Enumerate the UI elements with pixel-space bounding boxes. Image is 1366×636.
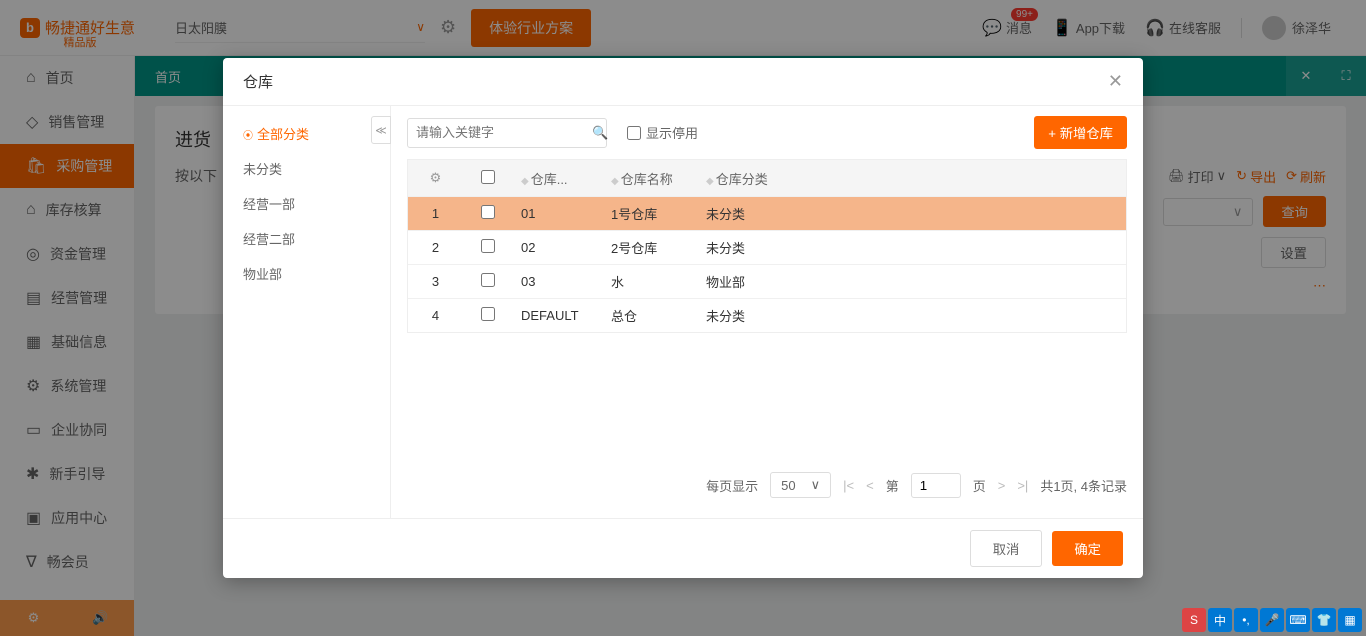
column-code[interactable]: ◆仓库... <box>513 169 603 188</box>
row-checkbox[interactable] <box>481 307 495 321</box>
ime-sogou-icon[interactable]: S <box>1182 608 1206 632</box>
category-panel: ≪ 全部分类 未分类 经营一部 经营二部 物业部 <box>223 106 391 518</box>
chevron-down-icon: ∨ <box>811 477 821 493</box>
first-page-icon[interactable]: |< <box>843 478 854 493</box>
select-all-checkbox[interactable] <box>481 170 495 184</box>
table-header: ⚙ ◆仓库... ◆仓库名称 ◆仓库分类 <box>408 160 1126 196</box>
modal-header: 仓库 ✕ <box>223 58 1143 106</box>
cancel-button[interactable]: 取消 <box>970 530 1043 567</box>
row-checkbox[interactable] <box>481 239 495 253</box>
row-checkbox[interactable] <box>481 205 495 219</box>
ime-punct-icon[interactable]: •, <box>1234 608 1258 632</box>
column-name[interactable]: ◆仓库名称 <box>603 169 698 188</box>
column-category[interactable]: ◆仓库分类 <box>698 169 1126 188</box>
page-input[interactable] <box>911 473 961 498</box>
modal-overlay: 仓库 ✕ ≪ 全部分类 未分类 经营一部 经营二部 物业部 🔍 <box>0 0 1366 636</box>
per-page-select[interactable]: 50∨ <box>770 472 831 498</box>
confirm-button[interactable]: 确定 <box>1052 531 1123 566</box>
ime-tool-icon[interactable]: ▦ <box>1338 608 1362 632</box>
sort-icon: ◆ <box>706 176 714 187</box>
search-box: 🔍 <box>407 118 607 148</box>
table-row[interactable]: 3 03 水 物业部 <box>408 264 1126 298</box>
ime-bar: S 中 •, 🎤 ⌨ 👕 ▦ <box>1182 608 1362 632</box>
ime-skin-icon[interactable]: 👕 <box>1312 608 1336 632</box>
category-item[interactable]: 经营二部 <box>223 221 390 256</box>
pagination-summary: 共1页, 4条记录 <box>1040 476 1127 495</box>
category-item[interactable]: 经营一部 <box>223 186 390 221</box>
table-row[interactable]: 2 02 2号仓库 未分类 <box>408 230 1126 264</box>
category-all[interactable]: 全部分类 <box>223 116 390 151</box>
pagination: 每页显示 50∨ |< < 第 页 > >| 共1页, 4条记录 <box>407 462 1127 508</box>
search-input[interactable] <box>416 125 592 140</box>
row-checkbox[interactable] <box>481 273 495 287</box>
add-warehouse-button[interactable]: + 新增仓库 <box>1034 116 1127 149</box>
sort-icon: ◆ <box>611 176 619 187</box>
warehouse-table: ⚙ ◆仓库... ◆仓库名称 ◆仓库分类 1 01 1号仓库 未分类 <box>407 159 1127 333</box>
category-item[interactable]: 未分类 <box>223 151 390 186</box>
show-disabled-checkbox[interactable]: 显示停用 <box>627 123 698 142</box>
modal-footer: 取消 确定 <box>223 518 1143 578</box>
table-row[interactable]: 4 DEFAULT 总仓 未分类 <box>408 298 1126 332</box>
category-item[interactable]: 物业部 <box>223 256 390 291</box>
close-icon[interactable]: ✕ <box>1108 71 1123 92</box>
last-page-icon[interactable]: >| <box>1017 478 1028 493</box>
next-page-icon[interactable]: > <box>998 478 1006 493</box>
ime-mic-icon[interactable]: 🎤 <box>1260 608 1284 632</box>
collapse-icon[interactable]: ≪ <box>371 116 391 144</box>
table-row[interactable]: 1 01 1号仓库 未分类 <box>408 196 1126 230</box>
search-icon[interactable]: 🔍 <box>592 125 608 141</box>
sort-icon: ◆ <box>521 176 529 187</box>
warehouse-modal: 仓库 ✕ ≪ 全部分类 未分类 经营一部 经营二部 物业部 🔍 <box>223 58 1143 578</box>
ime-keyboard-icon[interactable]: ⌨ <box>1286 608 1310 632</box>
modal-title: 仓库 <box>243 71 273 92</box>
gear-column-icon[interactable]: ⚙ <box>408 170 463 186</box>
ime-lang-icon[interactable]: 中 <box>1208 608 1232 632</box>
prev-page-icon[interactable]: < <box>866 478 874 493</box>
